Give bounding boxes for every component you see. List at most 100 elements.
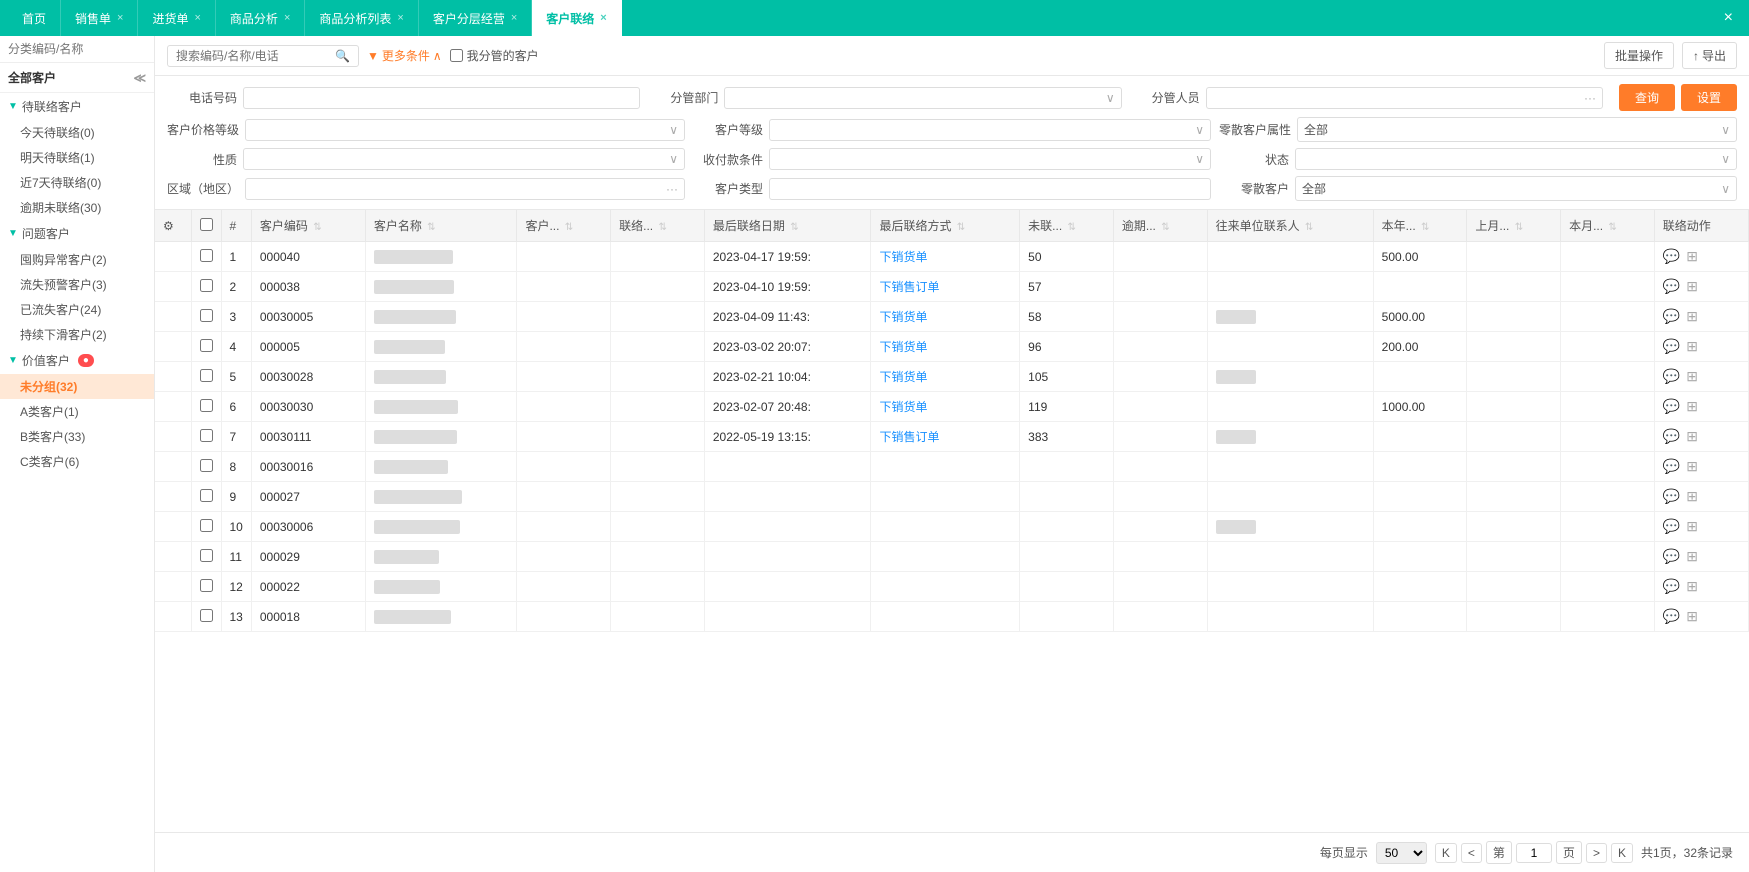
td-last-contact-type[interactable]: 下销售订单 <box>871 272 1020 302</box>
td-last-contact-type[interactable] <box>871 482 1020 512</box>
td-checkbox[interactable] <box>191 242 221 272</box>
sidebar-item-overdue-pending[interactable]: 逾期未联络(30) <box>0 195 154 220</box>
td-last-contact-type[interactable]: 下销货单 <box>871 332 1020 362</box>
action-grid-icon-2[interactable]: ⊞ <box>1686 308 1698 325</box>
last-contact-link-6[interactable]: 下销售订单 <box>879 430 939 444</box>
action-chat-icon-0[interactable]: 💬 <box>1663 248 1680 265</box>
action-chat-icon-6[interactable]: 💬 <box>1663 428 1680 445</box>
filter-retail-select[interactable]: 全部 ∨ <box>1295 176 1737 201</box>
td-last-contact-type[interactable] <box>871 542 1020 572</box>
action-grid-icon-10[interactable]: ⊞ <box>1686 548 1698 565</box>
action-chat-icon-10[interactable]: 💬 <box>1663 548 1680 565</box>
sidebar-group-value[interactable]: ▼ 价值客户 ● <box>0 347 154 374</box>
sidebar-group-pending[interactable]: ▼ 待联络客户 <box>0 93 154 120</box>
gear-icon[interactable]: ⚙ <box>163 219 174 233</box>
action-grid-icon-11[interactable]: ⊞ <box>1686 578 1698 595</box>
th-last-contact-date[interactable]: 最后联络日期 ⇅ <box>704 210 871 242</box>
filter-price-level-select[interactable]: ∨ <box>245 119 685 141</box>
page-first-button[interactable]: K <box>1435 843 1457 863</box>
last-contact-link-0[interactable]: 下销货单 <box>879 250 927 264</box>
nav-tab-customer-contact[interactable]: 客户联络 × <box>532 0 621 36</box>
select-all-checkbox[interactable] <box>200 218 213 231</box>
action-chat-icon-7[interactable]: 💬 <box>1663 458 1680 475</box>
nav-tab-product-analysis-list-close[interactable]: × <box>397 12 403 24</box>
row-checkbox-8[interactable] <box>200 489 213 502</box>
td-checkbox[interactable] <box>191 302 221 332</box>
sidebar-item-class-b[interactable]: B类客户(33) <box>0 424 154 449</box>
nav-tab-customer-segment[interactable]: 客户分层经营 × <box>419 0 532 36</box>
page-next-button[interactable]: > <box>1586 843 1607 863</box>
row-checkbox-3[interactable] <box>200 339 213 352</box>
nav-tab-sales[interactable]: 销售单 × <box>61 0 138 36</box>
sidebar-collapse-icon[interactable]: ≪ <box>133 71 146 85</box>
row-checkbox-1[interactable] <box>200 279 213 292</box>
sidebar-all-customers[interactable]: 全部客户 ≪ <box>0 63 154 93</box>
row-checkbox-10[interactable] <box>200 549 213 562</box>
nav-tab-customer-contact-close[interactable]: × <box>600 12 606 24</box>
action-grid-icon-3[interactable]: ⊞ <box>1686 338 1698 355</box>
td-checkbox[interactable] <box>191 332 221 362</box>
td-last-contact-type[interactable]: 下销货单 <box>871 242 1020 272</box>
nav-tab-product-analysis-close[interactable]: × <box>284 12 290 24</box>
nav-tab-product-analysis-list[interactable]: 商品分析列表 × <box>305 0 418 36</box>
action-chat-icon-11[interactable]: 💬 <box>1663 578 1680 595</box>
th-contact[interactable]: 联络... ⇅ <box>611 210 705 242</box>
row-checkbox-12[interactable] <box>200 609 213 622</box>
filter-retail-attr-select[interactable]: 全部 ∨ <box>1297 117 1737 142</box>
td-last-contact-type[interactable]: 下销货单 <box>871 362 1020 392</box>
td-last-contact-type[interactable] <box>871 572 1020 602</box>
filter-more-button[interactable]: ▼ 更多条件 ∧ <box>367 47 442 64</box>
th-setting[interactable]: ⚙ <box>155 210 191 242</box>
th-last-month[interactable]: 上月... ⇅ <box>1467 210 1561 242</box>
row-checkbox-5[interactable] <box>200 399 213 412</box>
action-chat-icon-5[interactable]: 💬 <box>1663 398 1680 415</box>
td-last-contact-type[interactable]: 下销货单 <box>871 392 1020 422</box>
filter-person-input-box[interactable]: ··· <box>1206 87 1603 109</box>
filter-my-customers-checkbox[interactable] <box>450 49 463 62</box>
query-button[interactable]: 查询 <box>1619 84 1675 111</box>
export-button[interactable]: ↑ 导出 <box>1682 42 1737 69</box>
td-checkbox[interactable] <box>191 572 221 602</box>
last-contact-link-3[interactable]: 下销货单 <box>879 340 927 354</box>
row-checkbox-11[interactable] <box>200 579 213 592</box>
nav-tab-purchase-close[interactable]: × <box>194 12 200 24</box>
nav-tab-home[interactable]: 首页 <box>8 0 61 36</box>
th-this-year[interactable]: 本年... ⇅ <box>1373 210 1467 242</box>
row-checkbox-4[interactable] <box>200 369 213 382</box>
filter-customer-level-select[interactable]: ∨ <box>769 119 1211 141</box>
sidebar-item-7day-pending[interactable]: 近7天待联络(0) <box>0 170 154 195</box>
row-checkbox-6[interactable] <box>200 429 213 442</box>
action-grid-icon-9[interactable]: ⊞ <box>1686 518 1698 535</box>
action-chat-icon-9[interactable]: 💬 <box>1663 518 1680 535</box>
action-grid-icon-1[interactable]: ⊞ <box>1686 278 1698 295</box>
filter-phone-input[interactable] <box>243 87 640 109</box>
td-checkbox[interactable] <box>191 392 221 422</box>
filter-region-input[interactable]: ··· <box>245 178 685 200</box>
page-size-select[interactable]: 50 100 <box>1376 842 1427 864</box>
action-chat-icon-2[interactable]: 💬 <box>1663 308 1680 325</box>
filter-status-select[interactable]: ∨ <box>1295 148 1737 170</box>
th-company-contact[interactable]: 往来单位联系人 ⇅ <box>1207 210 1373 242</box>
th-checkbox[interactable] <box>191 210 221 242</box>
th-name[interactable]: 客户名称 ⇅ <box>365 210 517 242</box>
th-level[interactable]: 客户... ⇅ <box>517 210 611 242</box>
td-checkbox[interactable] <box>191 422 221 452</box>
th-this-month[interactable]: 本月... ⇅ <box>1561 210 1655 242</box>
th-overdue[interactable]: 逾期... ⇅ <box>1113 210 1207 242</box>
action-grid-icon-4[interactable]: ⊞ <box>1686 368 1698 385</box>
action-grid-icon-5[interactable]: ⊞ <box>1686 398 1698 415</box>
td-last-contact-type[interactable] <box>871 602 1020 632</box>
last-contact-link-1[interactable]: 下销售订单 <box>879 280 939 294</box>
action-chat-icon-3[interactable]: 💬 <box>1663 338 1680 355</box>
sidebar-item-declining[interactable]: 持续下滑客户(2) <box>0 322 154 347</box>
th-not-contact[interactable]: 未联... ⇅ <box>1020 210 1114 242</box>
nav-tab-purchase[interactable]: 进货单 × <box>138 0 215 36</box>
filter-search-icon[interactable]: 🔍 <box>335 49 350 63</box>
action-grid-icon-8[interactable]: ⊞ <box>1686 488 1698 505</box>
nav-close-all-button[interactable]: × <box>1716 9 1741 27</box>
reset-button[interactable]: 设置 <box>1681 84 1737 111</box>
page-prev-button[interactable]: < <box>1461 843 1482 863</box>
action-chat-icon-12[interactable]: 💬 <box>1663 608 1680 625</box>
sidebar-item-today-pending[interactable]: 今天待联络(0) <box>0 120 154 145</box>
td-checkbox[interactable] <box>191 362 221 392</box>
